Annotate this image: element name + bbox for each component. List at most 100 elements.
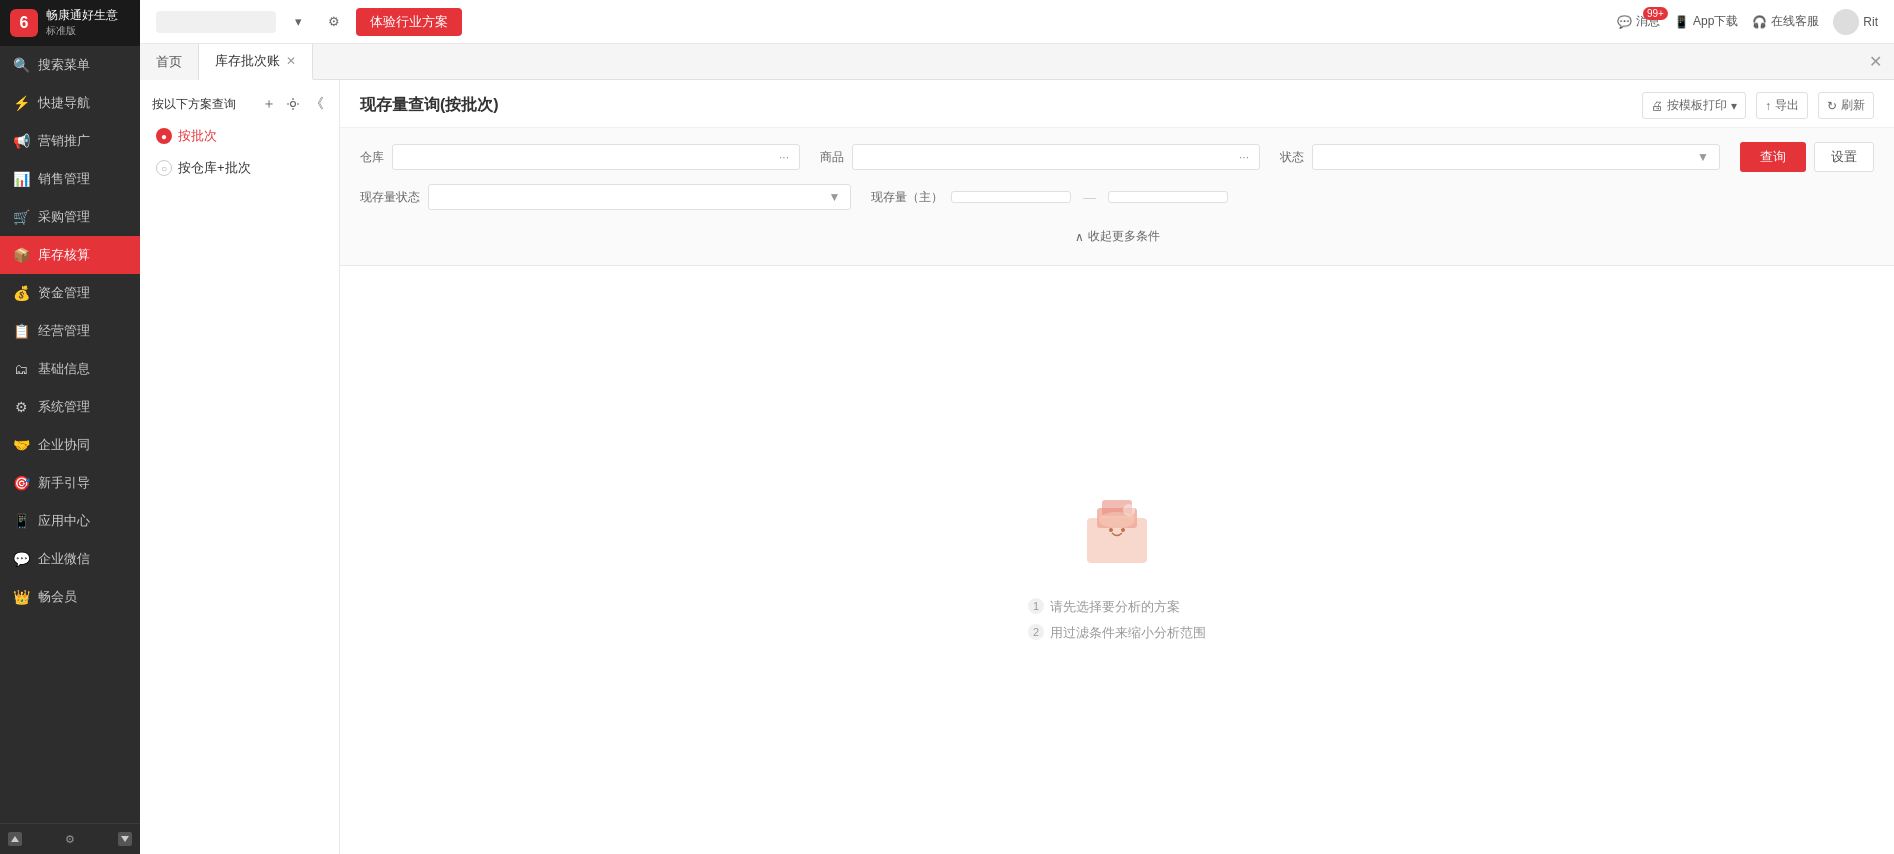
refresh-button[interactable]: ↻ 刷新 <box>1818 92 1874 119</box>
stock-status-filter-select[interactable]: ▼ <box>428 184 851 210</box>
sidebar-item-label: 采购管理 <box>38 208 90 226</box>
refresh-icon: ↻ <box>1827 99 1837 113</box>
scheme-item-label: 按仓库+批次 <box>178 159 251 177</box>
user-avatar-area[interactable]: Rit <box>1833 9 1878 35</box>
stock-status-filter-label: 现存量状态 <box>360 189 420 206</box>
empty-tip-1: 1 请先选择要分析的方案 <box>1028 598 1206 616</box>
export-label: 导出 <box>1775 97 1799 114</box>
warehouse-more-icon[interactable]: ··· <box>779 150 789 164</box>
shortcut-icon: ⚡ <box>12 94 30 112</box>
newguide-icon: 🎯 <box>12 474 30 492</box>
marketing-icon: 📢 <box>12 132 30 150</box>
tab-batch-account-label: 库存批次账 <box>215 52 280 70</box>
online-service-label: 在线客服 <box>1771 13 1819 30</box>
scroll-up-icon[interactable] <box>8 832 22 846</box>
sidebar-nav: 🔍 搜索菜单 ⚡ 快捷导航 📢 营销推广 📊 销售管理 🛒 采购管理 📦 库存核… <box>0 46 140 823</box>
sidebar-item-collab[interactable]: 🤝 企业协同 <box>0 426 140 464</box>
export-icon: ↑ <box>1765 99 1771 113</box>
sidebar-item-label: 搜索菜单 <box>38 56 90 74</box>
empty-tips: 1 请先选择要分析的方案 2 用过滤条件来缩小分析范围 <box>1028 598 1206 642</box>
product-more-icon[interactable]: ··· <box>1239 150 1249 164</box>
sidebar-item-label: 系统管理 <box>38 398 90 416</box>
username-label: Rit <box>1863 15 1878 29</box>
scroll-down-icon[interactable] <box>118 832 132 846</box>
sidebar-item-system[interactable]: ⚙ 系统管理 <box>0 388 140 426</box>
sidebar-header: 6 畅康通好生意 标准版 <box>0 0 140 46</box>
sidebar-item-operations[interactable]: 📋 经营管理 <box>0 312 140 350</box>
stock-qty-from-input[interactable] <box>951 191 1071 203</box>
add-scheme-icon[interactable]: ＋ <box>259 94 279 114</box>
sales-icon: 📊 <box>12 170 30 188</box>
sidebar-item-shortcut[interactable]: ⚡ 快捷导航 <box>0 84 140 122</box>
topbar-left: ▾ ⚙ 体验行业方案 <box>156 8 1607 36</box>
sidebar-item-inventory[interactable]: 📦 库存核算 <box>0 236 140 274</box>
scheme-item-label: 按批次 <box>178 127 217 145</box>
message-icon: 💬 <box>1617 15 1632 29</box>
sidebar-item-label: 快捷导航 <box>38 94 90 112</box>
settings-icon[interactable]: ⚙ <box>65 833 75 846</box>
tip-text-1: 请先选择要分析的方案 <box>1050 598 1180 616</box>
collapse-scheme-icon[interactable]: 《 <box>307 94 327 114</box>
sidebar-item-search[interactable]: 🔍 搜索菜单 <box>0 46 140 84</box>
topbar-search-input[interactable] <box>156 11 276 33</box>
warehouse-filter-input[interactable]: ··· <box>392 144 800 170</box>
warehouse-filter-label: 仓库 <box>360 149 384 166</box>
query-button[interactable]: 查询 <box>1740 142 1806 172</box>
sidebar-item-label: 应用中心 <box>38 512 90 530</box>
svg-point-7 <box>1123 504 1135 516</box>
topbar-dropdown-icon[interactable]: ▾ <box>284 8 312 36</box>
messages-button[interactable]: 💬 消息 99+ <box>1617 13 1660 30</box>
status-dropdown-icon: ▼ <box>1697 150 1709 164</box>
user-avatar <box>1833 9 1859 35</box>
page-header: 现存量查询(按批次) 🖨 按模板打印 ▾ ↑ 导出 ↻ 刷新 <box>340 80 1894 128</box>
settings-button[interactable]: 设置 <box>1814 142 1874 172</box>
scheme-item-by-batch[interactable]: ● 按批次 <box>140 120 339 152</box>
tab-batch-account[interactable]: 库存批次账 ✕ <box>199 44 313 80</box>
collapse-label: 收起更多条件 <box>1088 228 1160 245</box>
sidebar-item-marketing[interactable]: 📢 营销推广 <box>0 122 140 160</box>
online-service-button[interactable]: 🎧 在线客服 <box>1752 13 1819 30</box>
tab-close-icon[interactable]: ✕ <box>286 54 296 68</box>
sidebar-item-base[interactable]: 🗂 基础信息 <box>0 350 140 388</box>
sidebar-item-weixin[interactable]: 💬 企业微信 <box>0 540 140 578</box>
stock-qty-to-input[interactable] <box>1108 191 1228 203</box>
sidebar-item-sales[interactable]: 📊 销售管理 <box>0 160 140 198</box>
stock-status-dropdown-icon: ▼ <box>828 190 840 204</box>
tab-home[interactable]: 首页 <box>140 44 199 80</box>
svg-marker-1 <box>121 836 129 842</box>
settings-scheme-icon[interactable] <box>283 94 303 114</box>
member-icon: 👑 <box>12 588 30 606</box>
trial-button[interactable]: 体验行业方案 <box>356 8 462 36</box>
export-button[interactable]: ↑ 导出 <box>1756 92 1808 119</box>
scheme-item-by-warehouse-batch[interactable]: ○ 按仓库+批次 <box>140 152 339 184</box>
tab-panel-close-icon[interactable]: ✕ <box>1857 52 1894 71</box>
sidebar: 6 畅康通好生意 标准版 🔍 搜索菜单 ⚡ 快捷导航 📢 营销推广 📊 销售管理… <box>0 0 140 854</box>
print-template-button[interactable]: 🖨 按模板打印 ▾ <box>1642 92 1746 119</box>
filter-stock-status: 现存量状态 ▼ <box>360 184 851 210</box>
sidebar-item-label: 销售管理 <box>38 170 90 188</box>
page-title: 现存量查询(按批次) <box>360 95 499 116</box>
print-dropdown-icon[interactable]: ▾ <box>1731 99 1737 113</box>
filter-row-1: 仓库 ··· 商品 ··· 状态 <box>360 142 1874 172</box>
empty-state: 1 请先选择要分析的方案 2 用过滤条件来缩小分析范围 <box>340 266 1894 854</box>
print-icon: 🖨 <box>1651 99 1663 113</box>
status-filter-select[interactable]: ▼ <box>1312 144 1720 170</box>
sidebar-item-member[interactable]: 👑 畅会员 <box>0 578 140 616</box>
weixin-icon: 💬 <box>12 550 30 568</box>
inventory-icon: 📦 <box>12 246 30 264</box>
topbar-right: 💬 消息 99+ 📱 App下载 🎧 在线客服 Rit <box>1617 9 1878 35</box>
search-icon: 🔍 <box>12 56 30 74</box>
app-download-button[interactable]: 📱 App下载 <box>1674 13 1738 30</box>
sidebar-item-label: 畅会员 <box>38 588 77 606</box>
sidebar-item-purchase[interactable]: 🛒 采购管理 <box>0 198 140 236</box>
collapse-filter-button[interactable]: ∧ 收起更多条件 <box>360 222 1874 251</box>
sidebar-item-finance[interactable]: 💰 资金管理 <box>0 274 140 312</box>
product-filter-input[interactable]: ··· <box>852 144 1260 170</box>
sidebar-item-appstore[interactable]: 📱 应用中心 <box>0 502 140 540</box>
system-icon: ⚙ <box>12 398 30 416</box>
sidebar-item-label: 库存核算 <box>38 246 90 264</box>
filter-warehouse: 仓库 ··· <box>360 144 800 170</box>
sidebar-item-newguide[interactable]: 🎯 新手引导 <box>0 464 140 502</box>
topbar-settings-icon[interactable]: ⚙ <box>320 8 348 36</box>
svg-point-9 <box>1121 528 1125 532</box>
